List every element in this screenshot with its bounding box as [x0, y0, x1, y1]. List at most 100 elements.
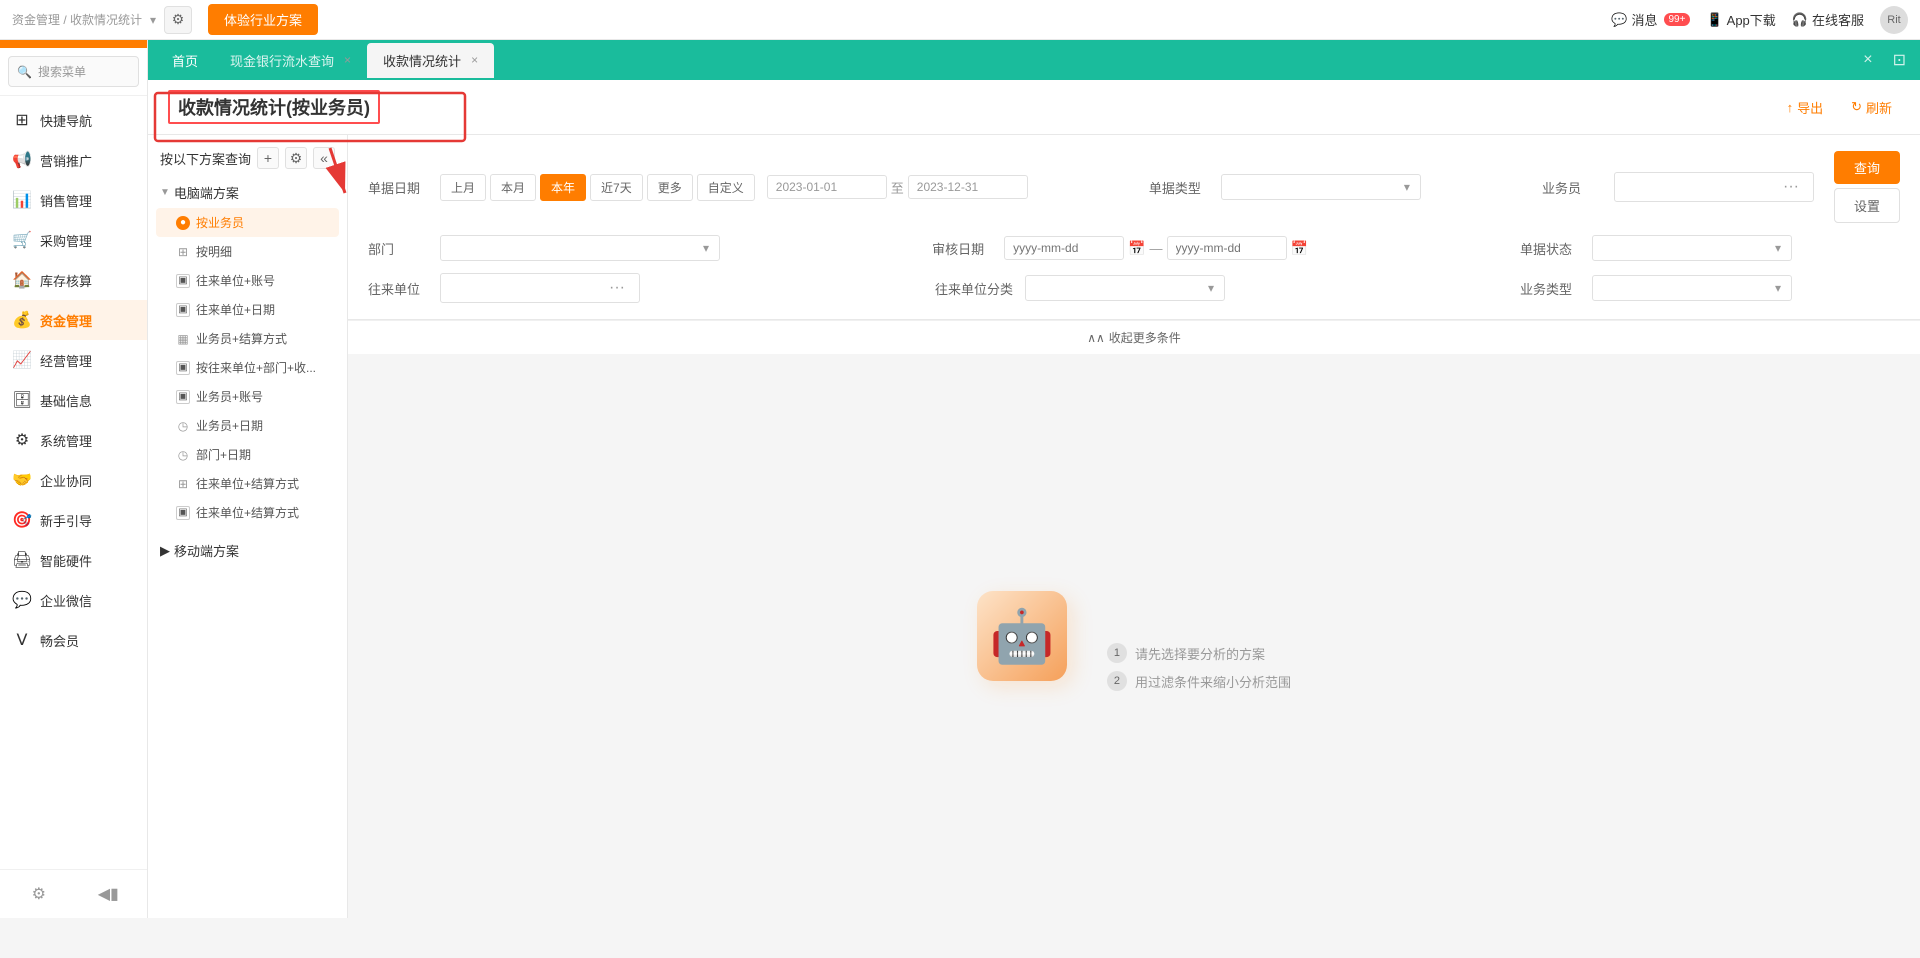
search-menu-button[interactable]: 🔍 搜索菜单: [8, 56, 139, 87]
message-button[interactable]: 💬 消息 99+: [1611, 10, 1690, 29]
filter-settings-button[interactable]: 设置: [1834, 188, 1900, 223]
sidebar-item-purchase[interactable]: 🛒 采购管理: [0, 220, 147, 260]
doc-type-chevron: ▾: [1404, 180, 1410, 194]
maximize-window-button[interactable]: ⊡: [1887, 48, 1912, 72]
date-btn-this-year[interactable]: 本年: [540, 174, 586, 201]
app-download-button[interactable]: 📱 App下载: [1706, 10, 1775, 29]
date-from-input[interactable]: [767, 175, 887, 199]
tab-receipt-stats[interactable]: 收款情况统计 ×: [367, 43, 494, 78]
doc-type-select[interactable]: ▾: [1221, 174, 1421, 200]
scheme-item-partner-account[interactable]: ▣ 往来单位+账号: [156, 266, 339, 295]
partner-classify-label: 往来单位分类: [935, 279, 1013, 298]
system-icon: ⚙: [12, 430, 32, 450]
partner-classify-select[interactable]: ▾: [1025, 275, 1225, 301]
receipt-stats-tab-label: 收款情况统计: [383, 51, 461, 70]
scheme-item-partner-settle2[interactable]: ▣ 往来单位+结算方式: [156, 498, 339, 527]
scheme-clock-icon2: ◷: [176, 448, 190, 462]
scheme-item-staff-account[interactable]: ▣ 业务员+账号: [156, 382, 339, 411]
settings-scheme-button[interactable]: ⚙: [285, 147, 307, 169]
hint-num-1: 1: [1107, 643, 1127, 663]
sidebar-item-hardware[interactable]: 🖨 智能硬件: [0, 540, 147, 580]
header-right-actions: 💬 消息 99+ 📱 App下载 🎧 在线客服 Rit: [1611, 6, 1908, 34]
sidebar-item-marketing[interactable]: 📢 营销推广: [0, 140, 147, 180]
add-scheme-button[interactable]: +: [257, 147, 279, 169]
data-area: 🤖 1 请先选择要分析的方案 2 用过滤条件来缩小分析范围: [348, 354, 1920, 918]
refresh-button[interactable]: ↻ 刷新: [1843, 94, 1900, 121]
cal-icon-to[interactable]: 📅: [1291, 240, 1308, 257]
partner-dots-button[interactable]: ···: [605, 279, 629, 297]
scheme-sq-icon5: ▣: [176, 506, 190, 520]
sidebar-item-system[interactable]: ⚙ 系统管理: [0, 420, 147, 460]
tab-home[interactable]: 首页: [156, 43, 214, 78]
doc-status-select[interactable]: ▾: [1592, 235, 1792, 261]
sidebar-item-inventory[interactable]: 🏠 库存核算: [0, 260, 147, 300]
scheme-item-partner-dept[interactable]: ▣ 按往来单位+部门+收...: [156, 353, 339, 382]
audit-to-input[interactable]: [1167, 236, 1287, 260]
data-icon: 🗄: [12, 390, 32, 410]
sidebar-item-newbie[interactable]: 🎯 新手引导: [0, 500, 147, 540]
staff-select[interactable]: ···: [1614, 172, 1814, 202]
date-to-input[interactable]: [908, 175, 1028, 199]
scheme-item-by-staff[interactable]: ● 按业务员: [156, 208, 339, 237]
sidebar-item-operations[interactable]: 📈 经营管理: [0, 340, 147, 380]
mobile-group-toggle[interactable]: ▶ 移动端方案: [156, 535, 339, 566]
message-icon: 💬: [1611, 12, 1627, 28]
scheme-item-staff-settle[interactable]: ▦ 业务员+结算方式: [156, 324, 339, 353]
date-btn-this-month[interactable]: 本月: [490, 174, 536, 201]
tab-bar-right: × ⊡: [1857, 48, 1912, 72]
date-tabs: 上月 本月 本年 近7天 更多 自定义: [440, 174, 755, 201]
desktop-group-toggle[interactable]: ▼ 电脑端方案: [156, 177, 339, 208]
date-btn-last-month[interactable]: 上月: [440, 174, 486, 201]
sidebar-item-quicknav[interactable]: ⊞ 快捷导航: [0, 100, 147, 140]
message-badge: 99+: [1664, 13, 1691, 26]
top-header: 资金管理 / 收款情况统计 ▾ ⚙ 体验行业方案 💬 消息 99+ 📱 App下…: [0, 0, 1920, 40]
scheme-sq-icon2: ▣: [176, 303, 190, 317]
partner-select[interactable]: ···: [440, 273, 640, 303]
mobile-arrow-icon: ▶: [160, 543, 170, 559]
page-title: 收款情况统计(按业务员): [168, 90, 380, 124]
sidebar-item-member[interactable]: Ⅴ 畅会员: [0, 620, 147, 660]
dept-select[interactable]: ▾: [440, 235, 720, 261]
breadcrumb: 资金管理 / 收款情况统计: [12, 11, 142, 28]
audit-date-label: 审核日期: [932, 239, 992, 258]
export-icon: ↑: [1787, 100, 1794, 115]
doc-type-label: 单据类型: [1149, 178, 1209, 197]
close-window-button[interactable]: ×: [1857, 49, 1878, 71]
dept-label: 部门: [368, 239, 428, 258]
scheme-item-partner-date[interactable]: ▣ 往来单位+日期: [156, 295, 339, 324]
date-btn-custom[interactable]: 自定义: [697, 174, 755, 201]
scheme-item-dept-date[interactable]: ◷ 部门+日期: [156, 440, 339, 469]
sidebar-item-wechat[interactable]: 💬 企业微信: [0, 580, 147, 620]
sidebar-item-basicinfo[interactable]: 🗄 基础信息: [0, 380, 147, 420]
scheme-item-by-detail[interactable]: ⊞ 按明细: [156, 237, 339, 266]
date-btn-7days[interactable]: 近7天: [590, 174, 643, 201]
tab-bank-flow[interactable]: 现金银行流水查询 ×: [214, 43, 367, 78]
settings-footer-button[interactable]: ⚙: [8, 878, 70, 910]
chevron-down-icon[interactable]: ▾: [150, 13, 156, 27]
collapse-sidebar-button[interactable]: ◀▮: [78, 878, 140, 910]
collapse-filters-button[interactable]: ∧∧ 收起更多条件: [348, 320, 1920, 354]
sidebar-item-cooperation[interactable]: 🤝 企业协同: [0, 460, 147, 500]
sidebar-item-sales[interactable]: 📊 销售管理: [0, 180, 147, 220]
scheme-item-staff-date[interactable]: ◷ 业务员+日期: [156, 411, 339, 440]
sidebar: 畅 畅捷通好生意 标准版 🔍 搜索菜单 ⊞ 快捷导航 📢 营销推广 📊 销售管理…: [0, 0, 148, 918]
scheme-clock-icon: ◷: [176, 419, 190, 433]
biz-type-select[interactable]: ▾: [1592, 275, 1792, 301]
audit-from-input[interactable]: [1004, 236, 1124, 260]
export-button[interactable]: ↑ 导出: [1779, 94, 1832, 121]
bank-flow-tab-close[interactable]: ×: [344, 53, 351, 67]
empty-state: 🤖 1 请先选择要分析的方案 2 用过滤条件来缩小分析范围: [977, 581, 1291, 691]
gear-button[interactable]: ⚙: [164, 6, 192, 34]
user-avatar[interactable]: Rit: [1880, 6, 1908, 34]
scheme-item-partner-settle1[interactable]: ⊞ 往来单位+结算方式: [156, 469, 339, 498]
finance-icon: 💰: [12, 310, 32, 330]
receipt-stats-tab-close[interactable]: ×: [471, 53, 478, 67]
online-service-button[interactable]: 🎧 在线客服: [1792, 10, 1864, 29]
collapse-scheme-button[interactable]: «: [313, 147, 335, 169]
query-button[interactable]: 查询: [1834, 151, 1900, 184]
sidebar-item-finance[interactable]: 💰 资金管理: [0, 300, 147, 340]
cal-icon-from[interactable]: 📅: [1128, 240, 1145, 257]
trial-button[interactable]: 体验行业方案: [208, 4, 318, 35]
staff-dots-button[interactable]: ···: [1779, 178, 1803, 196]
date-btn-more[interactable]: 更多: [647, 174, 693, 201]
